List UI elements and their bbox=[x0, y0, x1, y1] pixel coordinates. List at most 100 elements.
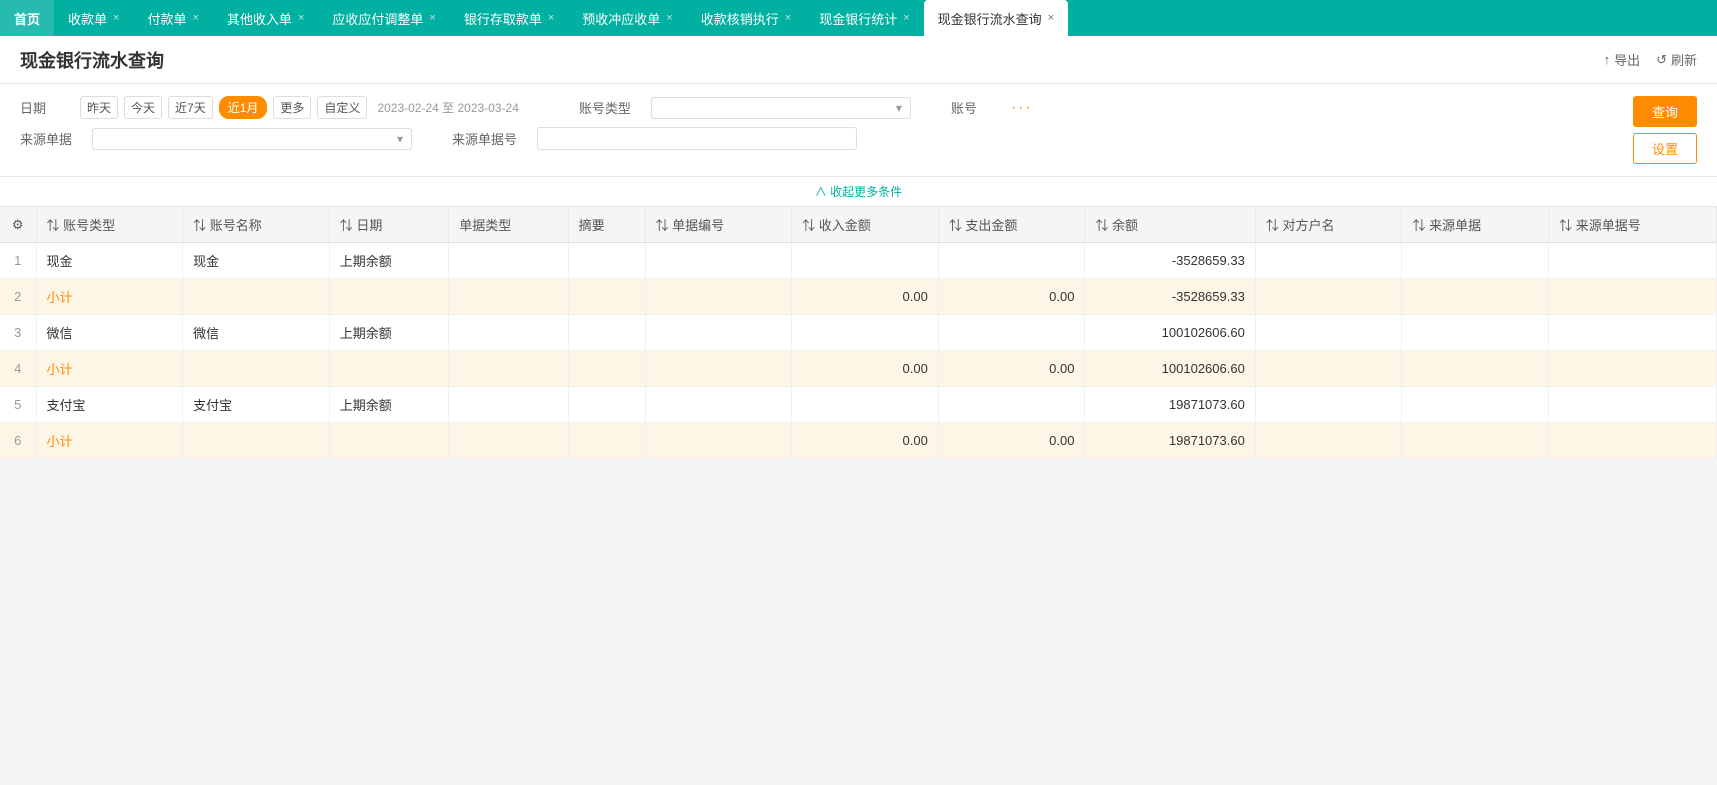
cell-expense: 0.00 bbox=[938, 351, 1085, 387]
col-summary: 摘要 bbox=[568, 207, 645, 243]
cell-source-doc bbox=[1402, 243, 1549, 279]
col-income[interactable]: ⇅ 收入金额 bbox=[792, 207, 939, 243]
nav-close-prepaid[interactable]: × bbox=[666, 12, 672, 24]
date-btn-7days[interactable]: 近7天 bbox=[168, 96, 213, 119]
source-doc-no-input[interactable] bbox=[537, 127, 857, 150]
cell-income: 0.00 bbox=[792, 423, 939, 459]
cell-account-type: 微信 bbox=[36, 315, 183, 351]
source-doc-select[interactable]: ▾ bbox=[92, 128, 412, 150]
date-btn-more[interactable]: 更多 bbox=[273, 96, 311, 119]
cell-expense bbox=[938, 315, 1085, 351]
settings-button[interactable]: 设置 bbox=[1633, 133, 1697, 164]
nav-item-payments[interactable]: 付款单 × bbox=[133, 0, 212, 36]
account-type-arrow-icon: ▾ bbox=[896, 101, 902, 115]
nav-close-bank-flow[interactable]: × bbox=[1048, 12, 1054, 24]
col-balance-label: ⇅ 余额 bbox=[1095, 218, 1138, 233]
cell-date: 上期余额 bbox=[329, 243, 448, 279]
source-doc-no-label: 来源单据号 bbox=[452, 129, 517, 148]
nav-item-bank-flow[interactable]: 现金银行流水查询 × bbox=[924, 0, 1068, 36]
cell-source-doc-no bbox=[1549, 279, 1717, 315]
page-title: 现金银行流水查询 bbox=[20, 47, 164, 73]
nav-item-adjustment[interactable]: 应收应付调整单 × bbox=[318, 0, 449, 36]
cell-income: 0.00 bbox=[792, 279, 939, 315]
col-source-doc-no[interactable]: ⇅ 来源单据号 bbox=[1549, 207, 1717, 243]
nav-close-receipts[interactable]: × bbox=[113, 12, 119, 24]
nav-label-adjustment: 应收应付调整单 bbox=[332, 9, 423, 28]
cell-account-name bbox=[183, 423, 330, 459]
cell-summary bbox=[568, 351, 645, 387]
cell-source-doc bbox=[1402, 423, 1549, 459]
col-balance[interactable]: ⇅ 余额 bbox=[1085, 207, 1255, 243]
nav-item-bank-stats[interactable]: 现金银行统计 × bbox=[805, 0, 923, 36]
date-btn-1month[interactable]: 近1月 bbox=[219, 96, 268, 119]
nav-label-collection: 收款核销执行 bbox=[701, 9, 779, 28]
nav-item-receipts[interactable]: 收款单 × bbox=[54, 0, 133, 36]
table-row: 3微信微信上期余额100102606.60 bbox=[0, 315, 1717, 351]
nav-close-adjustment[interactable]: × bbox=[429, 12, 435, 24]
source-doc-label: 来源单据 bbox=[20, 129, 72, 148]
cell-balance: 100102606.60 bbox=[1085, 315, 1255, 351]
col-account-type[interactable]: ⇅ 账号类型 bbox=[36, 207, 183, 243]
cell-doc-no bbox=[645, 423, 792, 459]
nav-close-bank-deposit[interactable]: × bbox=[548, 12, 554, 24]
nav-label-prepaid: 预收冲应收单 bbox=[582, 9, 660, 28]
col-account-name[interactable]: ⇅ 账号名称 bbox=[183, 207, 330, 243]
cell-summary bbox=[568, 243, 645, 279]
cell-account-name: 支付宝 bbox=[183, 387, 330, 423]
date-btn-custom[interactable]: 自定义 bbox=[317, 96, 367, 119]
col-source-doc[interactable]: ⇅ 来源单据 bbox=[1402, 207, 1549, 243]
nav-item-other-income[interactable]: 其他收入单 × bbox=[213, 0, 318, 36]
nav-item-prepaid[interactable]: 预收冲应收单 × bbox=[568, 0, 686, 36]
cell-counterparty bbox=[1255, 351, 1402, 387]
nav-item-bank-deposit[interactable]: 银行存取款单 × bbox=[450, 0, 568, 36]
nav-close-bank-stats[interactable]: × bbox=[903, 12, 909, 24]
row-number: 2 bbox=[0, 279, 36, 315]
cell-balance: -3528659.33 bbox=[1085, 279, 1255, 315]
cell-source-doc-no bbox=[1549, 387, 1717, 423]
col-summary-label: 摘要 bbox=[579, 218, 605, 233]
collapse-bar[interactable]: ∧ 收起更多条件 bbox=[0, 177, 1717, 207]
filter-area: 日期 昨天 今天 近7天 近1月 更多 自定义 2023-02-24 至 202… bbox=[0, 84, 1717, 177]
nav-label-payments: 付款单 bbox=[147, 9, 186, 28]
nav-label-bank-deposit: 银行存取款单 bbox=[464, 9, 542, 28]
cell-balance: 100102606.60 bbox=[1085, 351, 1255, 387]
date-btn-today[interactable]: 今天 bbox=[124, 96, 162, 119]
cell-counterparty bbox=[1255, 315, 1402, 351]
collapse-label: 收起更多条件 bbox=[830, 185, 902, 199]
page-header: 现金银行流水查询 ↑ 导出 ↺ 刷新 bbox=[0, 36, 1717, 84]
nav-item-home[interactable]: 首页 bbox=[0, 0, 54, 36]
nav-close-collection[interactable]: × bbox=[785, 12, 791, 24]
table-row: 2小计0.000.00-3528659.33 bbox=[0, 279, 1717, 315]
table-row: 4小计0.000.00100102606.60 bbox=[0, 351, 1717, 387]
nav-close-payments[interactable]: × bbox=[192, 12, 198, 24]
nav-item-collection[interactable]: 收款核销执行 × bbox=[687, 0, 805, 36]
account-type-select[interactable]: ▾ bbox=[651, 97, 911, 119]
cell-doc-type bbox=[449, 243, 568, 279]
collapse-icon: ∧ bbox=[815, 185, 827, 199]
table-row: 1现金现金上期余额-3528659.33 bbox=[0, 243, 1717, 279]
query-button[interactable]: 查询 bbox=[1633, 96, 1697, 127]
date-filter-group: 昨天 今天 近7天 近1月 更多 自定义 2023-02-24 至 2023-0… bbox=[80, 96, 519, 119]
refresh-button[interactable]: ↺ 刷新 bbox=[1656, 50, 1697, 69]
col-settings[interactable]: ⚙ bbox=[0, 207, 36, 243]
col-expense[interactable]: ⇅ 支出金额 bbox=[938, 207, 1085, 243]
col-doc-no-label: ⇅ 单据编号 bbox=[656, 218, 725, 233]
nav-close-other-income[interactable]: × bbox=[298, 12, 304, 24]
account-no-dots-btn[interactable]: ··· bbox=[1011, 99, 1033, 117]
cell-counterparty bbox=[1255, 423, 1402, 459]
cell-balance: 19871073.60 bbox=[1085, 423, 1255, 459]
cell-source-doc bbox=[1402, 351, 1549, 387]
nav-label-bank-stats: 现金银行统计 bbox=[819, 9, 897, 28]
col-counterparty[interactable]: ⇅ 对方户名 bbox=[1255, 207, 1402, 243]
cell-date: 上期余额 bbox=[329, 387, 448, 423]
cell-balance: 19871073.60 bbox=[1085, 387, 1255, 423]
col-doc-no[interactable]: ⇅ 单据编号 bbox=[645, 207, 792, 243]
export-button[interactable]: ↑ 导出 bbox=[1604, 50, 1641, 69]
date-btn-yesterday[interactable]: 昨天 bbox=[80, 96, 118, 119]
cell-account-name: 现金 bbox=[183, 243, 330, 279]
cell-source-doc-no bbox=[1549, 243, 1717, 279]
cell-summary bbox=[568, 387, 645, 423]
col-account-name-label: ⇅ 账号名称 bbox=[193, 218, 262, 233]
col-date[interactable]: ⇅ 日期 bbox=[329, 207, 448, 243]
cell-doc-no bbox=[645, 243, 792, 279]
